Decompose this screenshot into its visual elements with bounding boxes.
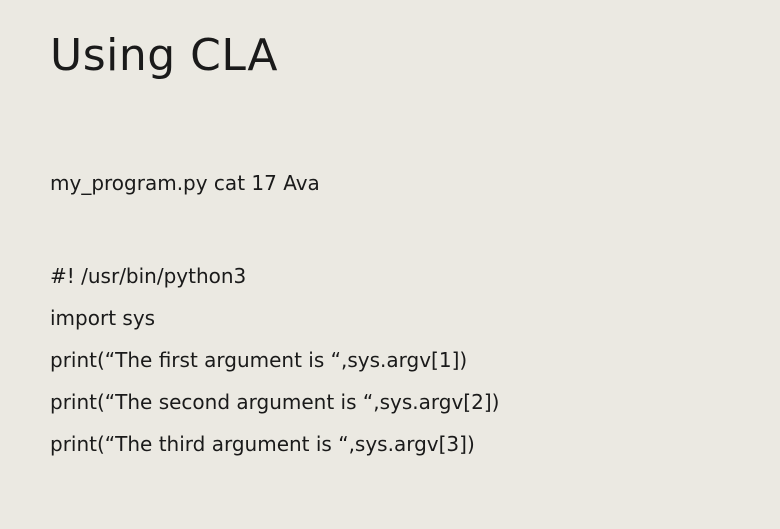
- code-block: #! /usr/bin/python3 import sys print(“Th…: [50, 263, 730, 457]
- code-line-print-1: print(“The first argument is “,sys.argv[…: [50, 347, 730, 373]
- code-line-print-3: print(“The third argument is “,sys.argv[…: [50, 431, 730, 457]
- code-line-print-2: print(“The second argument is “,sys.argv…: [50, 389, 730, 415]
- command-line-invocation: my_program.py cat 17 Ava: [50, 171, 730, 195]
- code-line-import: import sys: [50, 305, 730, 331]
- slide-title: Using CLA: [50, 30, 730, 81]
- code-line-shebang: #! /usr/bin/python3: [50, 263, 730, 289]
